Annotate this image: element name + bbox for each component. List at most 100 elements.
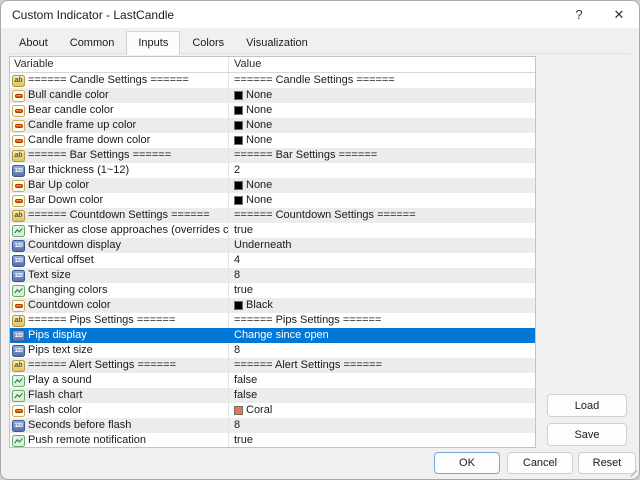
table-row[interactable]: Flash colorCoral (10, 403, 535, 418)
value-label: true (234, 283, 253, 298)
close-button[interactable]: ✕ (599, 1, 639, 28)
custom-indicator-dialog: Custom Indicator - LastCandle ? ✕ AboutC… (0, 0, 640, 480)
value-cell[interactable]: 4 (228, 253, 535, 268)
value-label: 2 (234, 163, 240, 178)
table-row[interactable]: Thicker as close approaches (overrides c… (10, 223, 535, 238)
table-row[interactable]: 123Seconds before flash8 (10, 418, 535, 433)
value-cell[interactable]: Underneath (228, 238, 535, 253)
color-icon (12, 90, 25, 102)
table-row[interactable]: 123Text size8 (10, 268, 535, 283)
color-chip (234, 106, 243, 115)
value-cell[interactable]: ====== Bar Settings ====== (228, 148, 535, 163)
variable-label: Countdown display (28, 238, 121, 253)
value-label: ====== Alert Settings ====== (234, 358, 382, 373)
table-row[interactable]: Bear candle colorNone (10, 103, 535, 118)
value-cell[interactable]: None (228, 88, 535, 103)
table-row[interactable]: 123Pips text size8 (10, 343, 535, 358)
value-cell[interactable]: None (228, 178, 535, 193)
table-row[interactable]: Bar Down colorNone (10, 193, 535, 208)
tab-inputs[interactable]: Inputs (126, 31, 180, 55)
table-row[interactable]: Play a sound false (10, 373, 535, 388)
text-icon: ab (12, 75, 25, 87)
value-label: None (246, 88, 272, 103)
text-icon: ab (12, 360, 25, 372)
ok-button[interactable]: OK (434, 452, 500, 474)
value-cell[interactable]: 8 (228, 418, 535, 433)
number-icon: 123 (12, 240, 25, 252)
tab-colors[interactable]: Colors (182, 32, 234, 54)
value-cell[interactable]: Coral (228, 403, 535, 418)
color-chip (234, 301, 243, 310)
table-row[interactable]: Flash chartfalse (10, 388, 535, 403)
variable-cell: Bar Down color (10, 193, 228, 208)
value-cell[interactable]: true (228, 283, 535, 298)
value-cell[interactable]: true (228, 433, 535, 448)
bool-icon (12, 225, 25, 237)
color-chip (234, 406, 243, 415)
table-row[interactable]: ab====== Alert Settings ============ Ale… (10, 358, 535, 373)
value-label: true (234, 223, 253, 238)
variable-cell: Countdown color (10, 298, 228, 313)
value-cell[interactable]: false (228, 373, 535, 388)
value-cell[interactable]: ====== Pips Settings ====== (228, 313, 535, 328)
value-cell[interactable]: Black (228, 298, 535, 313)
variable-cell: 123Vertical offset (10, 253, 228, 268)
table-row[interactable]: 123Countdown display Underneath (10, 238, 535, 253)
variable-cell: ab====== Pips Settings ====== (10, 313, 228, 328)
value-label: None (246, 133, 272, 148)
tab-visualization[interactable]: Visualization (236, 32, 318, 54)
value-cell[interactable]: None (228, 118, 535, 133)
value-cell[interactable]: 2 (228, 163, 535, 178)
variable-cell: 123Pips display (10, 328, 228, 343)
value-label: ====== Pips Settings ====== (234, 313, 381, 328)
value-cell[interactable]: None (228, 103, 535, 118)
save-button[interactable]: Save (547, 423, 627, 446)
value-label: 8 (234, 343, 240, 358)
variable-label: Play a sound (28, 373, 92, 388)
table-row[interactable]: 123Bar thickness (1~12)2 (10, 163, 535, 178)
tab-about[interactable]: About (9, 32, 58, 54)
text-icon: ab (12, 315, 25, 327)
value-cell[interactable]: true (228, 223, 535, 238)
table-row[interactable]: Candle frame up colorNone (10, 118, 535, 133)
variable-label: ====== Bar Settings ====== (28, 148, 171, 163)
value-cell[interactable]: None (228, 133, 535, 148)
table-row[interactable]: ab====== Bar Settings ============ Bar S… (10, 148, 535, 163)
value-cell[interactable]: false (228, 388, 535, 403)
variable-label: Push remote notification (28, 433, 146, 448)
value-cell[interactable]: ====== Alert Settings ====== (228, 358, 535, 373)
table-row[interactable]: Countdown colorBlack (10, 298, 535, 313)
table-row[interactable]: ab====== Pips Settings ====== ====== Pips… (10, 313, 535, 328)
variable-label: Vertical offset (28, 253, 94, 268)
text-icon: ab (12, 210, 25, 222)
reset-button[interactable]: Reset (578, 452, 636, 474)
table-row[interactable]: 123Pips displayChange since open (10, 328, 535, 343)
help-button[interactable]: ? (559, 1, 599, 28)
value-cell[interactable]: ====== Candle Settings ====== (228, 73, 535, 88)
table-row[interactable]: Candle frame down colorNone (10, 133, 535, 148)
table-row[interactable]: ab====== Countdown Settings ============… (10, 208, 535, 223)
table-row[interactable]: Push remote notification true (10, 433, 535, 448)
table-row[interactable]: 123Vertical offset 4 (10, 253, 535, 268)
variable-label: ====== Countdown Settings ====== (28, 208, 210, 223)
value-cell[interactable]: 8 (228, 343, 535, 358)
value-cell[interactable]: ====== Countdown Settings ====== (228, 208, 535, 223)
value-label: None (246, 178, 272, 193)
value-label: false (234, 388, 257, 403)
cancel-button[interactable]: Cancel (507, 452, 573, 474)
value-cell[interactable]: Change since open (228, 328, 535, 343)
variable-label: ====== Alert Settings ====== (28, 358, 176, 373)
tab-common[interactable]: Common (60, 32, 125, 54)
value-label: 4 (234, 253, 240, 268)
bool-icon (12, 375, 25, 387)
value-cell[interactable]: None (228, 193, 535, 208)
value-cell[interactable]: 8 (228, 268, 535, 283)
variable-cell: Play a sound (10, 373, 228, 388)
table-row[interactable]: Bull candle colorNone (10, 88, 535, 103)
table-row[interactable]: ab====== Candle Settings ============ Ca… (10, 73, 535, 88)
table-row[interactable]: Bar Up colorNone (10, 178, 535, 193)
inputs-table: Variable Value ab====== Candle Settings … (9, 56, 536, 448)
load-button[interactable]: Load (547, 394, 627, 417)
color-chip (234, 136, 243, 145)
table-row[interactable]: Changing colorstrue (10, 283, 535, 298)
